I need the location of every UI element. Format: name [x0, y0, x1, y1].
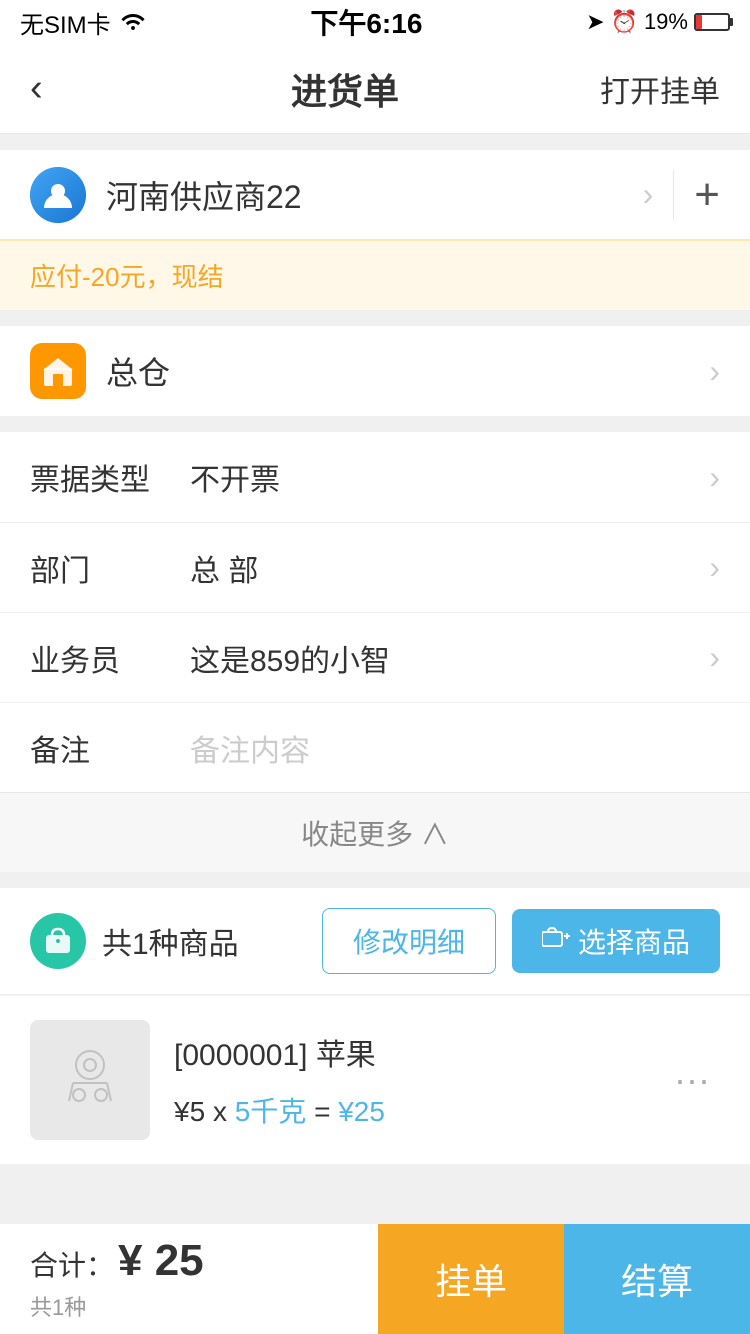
total-row: 合计： ¥ 25	[30, 1236, 348, 1286]
product-name: [0000001] 苹果	[174, 1030, 664, 1074]
warehouse-name: 总仓	[106, 348, 709, 394]
product-icon	[30, 913, 86, 969]
salesman-label: 业务员	[30, 636, 170, 680]
open-pending-button[interactable]: 打开挂单	[600, 67, 720, 111]
checkout-label: 结算	[621, 1253, 693, 1305]
supplier-name: 河南供应商22	[106, 172, 643, 218]
salesman-row[interactable]: 业务员 这是859的小智 ›	[0, 612, 750, 702]
avatar	[30, 167, 86, 223]
chevron-right-icon-4: ›	[709, 549, 720, 586]
supplier-card: 河南供应商22 › + 应付-20元，现结	[0, 150, 750, 310]
quantity-value: 5千克	[235, 1096, 307, 1127]
price-value: ¥5	[174, 1096, 205, 1127]
battery-percent: 19%	[644, 9, 688, 35]
gap-1	[0, 134, 750, 150]
more-button[interactable]: ···	[664, 1049, 720, 1111]
location-icon: ➤	[586, 9, 604, 35]
hang-label: 挂单	[435, 1253, 507, 1305]
status-bar: 无SIM卡 下午6:16 ➤ ⏰ 19%	[0, 0, 750, 44]
product-header: 共1种商品 修改明细 选择商品	[0, 888, 750, 995]
collapse-bar[interactable]: 收起更多 ∧	[0, 792, 750, 872]
equals-sign: =	[314, 1096, 338, 1127]
invoice-row[interactable]: 票据类型 不开票 ›	[0, 432, 750, 522]
product-count-label: 共1种商品	[102, 919, 322, 963]
product-card: 共1种商品 修改明细 选择商品	[0, 888, 750, 1164]
notice-bar: 应付-20元，现结	[0, 240, 750, 310]
remark-input[interactable]: 备注内容	[170, 726, 720, 770]
chevron-right-icon: ›	[643, 176, 654, 213]
total-count: 共1种	[30, 1290, 348, 1322]
warehouse-row[interactable]: 总仓 ›	[0, 326, 750, 416]
status-right: ➤ ⏰ 19%	[586, 9, 730, 35]
bottom-bar: 合计： ¥ 25 共1种 挂单 结算	[0, 1224, 750, 1334]
product-info: [0000001] 苹果 ¥5 x 5千克 = ¥25	[174, 1030, 664, 1130]
product-title: 苹果	[316, 1039, 376, 1072]
page-title: 进货单	[291, 63, 399, 115]
form-card: 票据类型 不开票 › 部门 总 部 › 业务员 这是859的小智 › 备注 备注…	[0, 432, 750, 872]
invoice-label: 票据类型	[30, 455, 170, 499]
chevron-right-icon-2: ›	[709, 353, 720, 390]
checkout-button[interactable]: 结算	[564, 1224, 750, 1334]
remark-row[interactable]: 备注 备注内容	[0, 702, 750, 792]
chevron-right-icon-5: ›	[709, 639, 720, 676]
price-separator: x	[213, 1096, 235, 1127]
warehouse-icon	[30, 343, 86, 399]
cart-icon	[542, 925, 570, 957]
battery-icon	[694, 13, 730, 31]
product-code: [0000001]	[174, 1039, 307, 1072]
divider	[673, 170, 674, 220]
total-amount: ¥ 25	[118, 1236, 204, 1286]
collapse-label: 收起更多 ∧	[301, 813, 449, 853]
hang-button[interactable]: 挂单	[378, 1224, 564, 1334]
status-left: 无SIM卡	[20, 5, 147, 40]
invoice-value: 不开票	[170, 455, 709, 499]
product-item: [0000001] 苹果 ¥5 x 5千克 = ¥25 ···	[0, 995, 750, 1164]
total-section: 合计： ¥ 25 共1种	[0, 1224, 378, 1334]
avatar-icon	[30, 167, 86, 223]
status-time: 下午6:16	[310, 2, 422, 42]
chevron-right-icon-3: ›	[709, 459, 720, 496]
total-label: 合计：	[30, 1244, 114, 1284]
warehouse-card: 总仓 ›	[0, 326, 750, 416]
dept-row[interactable]: 部门 总 部 ›	[0, 522, 750, 612]
product-price: ¥5 x 5千克 = ¥25	[174, 1090, 664, 1130]
alarm-icon: ⏰	[611, 9, 638, 35]
edit-detail-button[interactable]: 修改明细	[322, 908, 496, 974]
dept-value: 总 部	[170, 546, 709, 590]
wifi-icon	[119, 8, 147, 37]
supplier-row[interactable]: 河南供应商22 › +	[0, 150, 750, 240]
carrier-text: 无SIM卡	[20, 5, 111, 40]
total-value: ¥25	[338, 1096, 385, 1127]
salesman-value: 这是859的小智	[170, 636, 709, 680]
select-product-label: 选择商品	[578, 921, 690, 961]
back-button[interactable]: ‹	[30, 67, 90, 110]
product-thumbnail	[30, 1020, 150, 1140]
notice-text: 应付-20元，现结	[30, 262, 224, 292]
nav-bar: ‹ 进货单 打开挂单	[0, 44, 750, 134]
dept-label: 部门	[30, 546, 170, 590]
remark-label: 备注	[30, 726, 170, 770]
select-product-button[interactable]: 选择商品	[512, 909, 720, 973]
add-button[interactable]: +	[694, 170, 720, 220]
